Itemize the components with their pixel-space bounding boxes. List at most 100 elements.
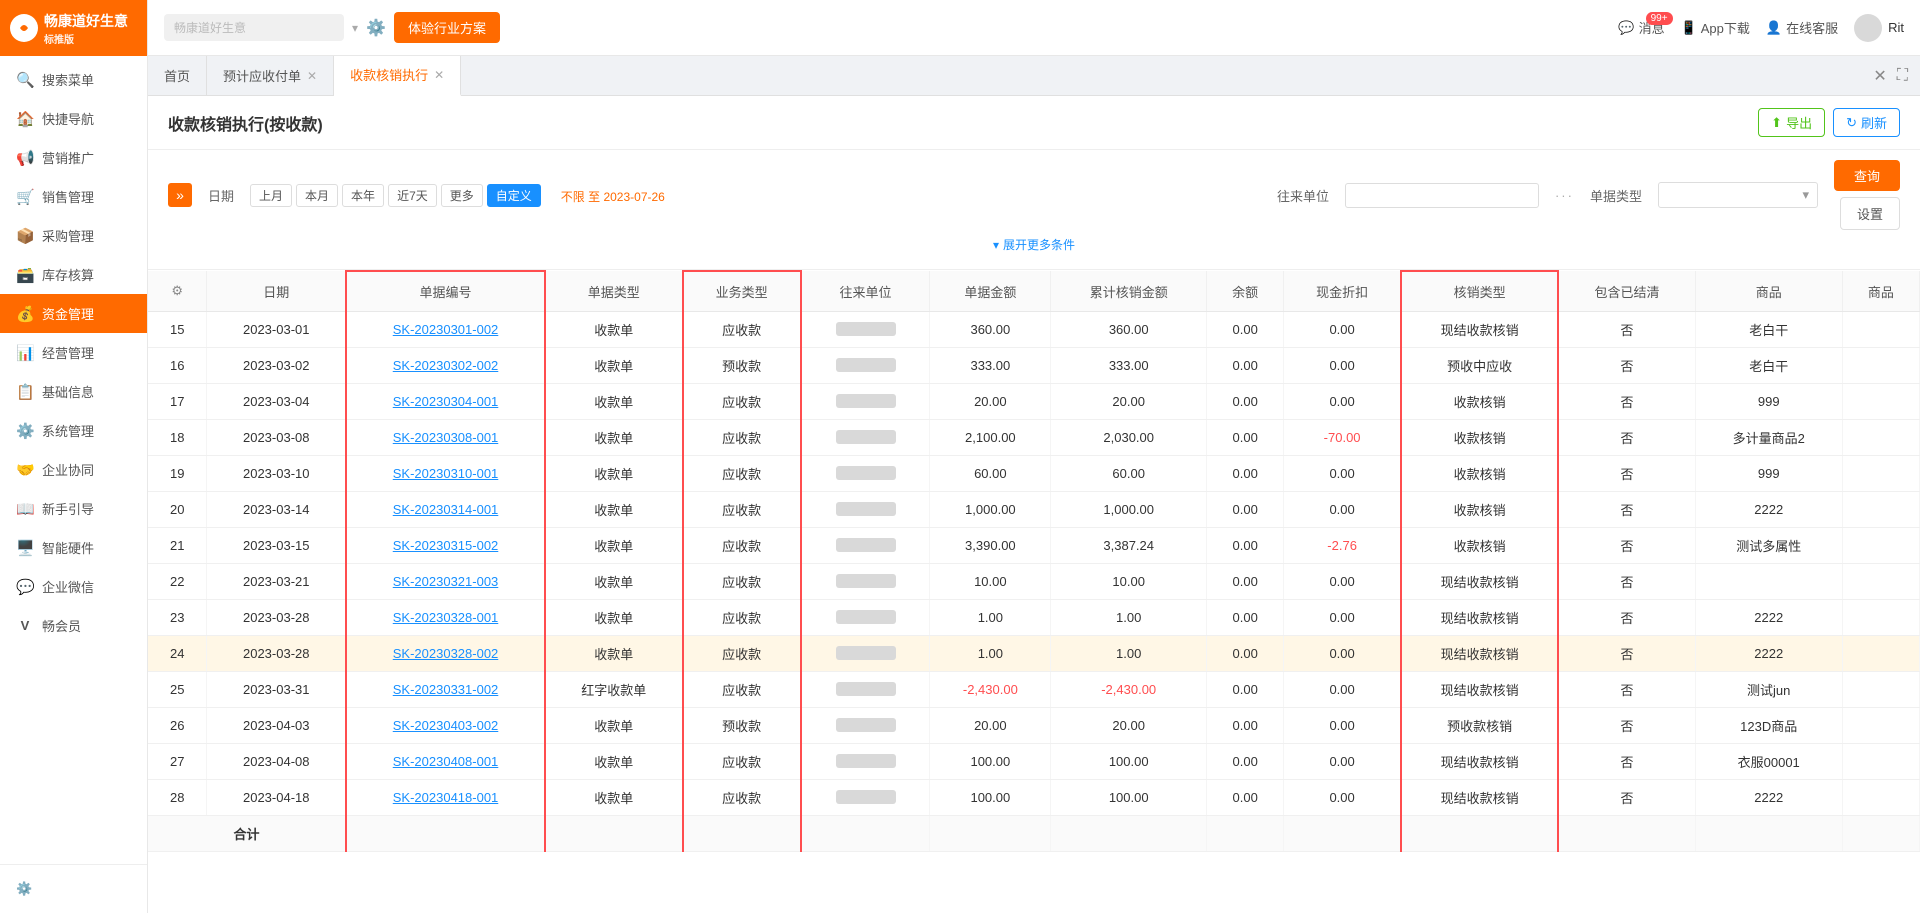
row-write-off-type: 现结收款核销 [1401,672,1558,708]
tab-close-all-button[interactable]: ✕ [1869,62,1890,90]
tab-home[interactable]: 首页 [148,56,207,96]
this-month-btn[interactable]: 本月 [296,184,338,207]
more-date-btn[interactable]: 更多 [441,184,483,207]
partner-blurred [836,394,896,408]
row-bill-no[interactable]: SK-20230328-001 [346,600,545,636]
row-bill-no[interactable]: SK-20230310-001 [346,456,545,492]
row-included: 否 [1558,420,1695,456]
settings-gear-icon[interactable]: ⚙️ [366,18,386,38]
row-bill-no[interactable]: SK-20230418-001 [346,780,545,816]
last-month-btn[interactable]: 上月 [250,184,292,207]
tab-prepay-close[interactable]: ✕ [307,69,317,83]
sidebar-item-system[interactable]: ⚙️ 系统管理 [0,411,147,450]
clipboard-icon: 📋 [16,383,34,401]
th-gear[interactable]: ⚙ [148,271,207,312]
chevron-down-icon: ▾ [352,21,358,35]
row-bill-no[interactable]: SK-20230331-002 [346,672,545,708]
row-included: 否 [1558,780,1695,816]
row-amount: 100.00 [930,744,1051,780]
setting-button[interactable]: 设置 [1840,197,1900,230]
expand-more-conditions[interactable]: ▾ 展开更多条件 [168,230,1900,259]
export-button[interactable]: ⬆ 导出 [1758,108,1825,137]
industry-solution-button[interactable]: 体验行业方案 [394,12,500,43]
row-written-off: 3,387.24 [1051,528,1207,564]
row-amount: 1,000.00 [930,492,1051,528]
row-bill-no[interactable]: SK-20230302-002 [346,348,545,384]
row-bill-no[interactable]: SK-20230315-002 [346,528,545,564]
row-id: 22 [148,564,207,600]
row-written-off: 2,030.00 [1051,420,1207,456]
sidebar-item-collab[interactable]: 🤝 企业协同 [0,450,147,489]
row-write-off-type: 收款核销 [1401,492,1558,528]
row-bill-type: 收款单 [545,636,683,672]
online-service-button[interactable]: 👤 在线客服 [1766,18,1838,37]
row-discount: 0.00 [1284,780,1401,816]
tab-maximize-button[interactable]: ⛶ [1893,63,1912,89]
row-bill-type: 收款单 [545,384,683,420]
filter-dots: ··· [1555,188,1574,203]
sidebar-item-newbie[interactable]: 📖 新手引导 [0,489,147,528]
row-bill-type: 收款单 [545,528,683,564]
table-row: 24 2023-03-28 SK-20230328-002 收款单 应收款 1.… [148,636,1920,672]
sidebar-item-label: 库存核算 [42,265,94,284]
row-bill-no[interactable]: SK-20230408-001 [346,744,545,780]
sidebar-item-hardware[interactable]: 🖥️ 智能硬件 [0,528,147,567]
row-bill-no[interactable]: SK-20230308-001 [346,420,545,456]
custom-date-btn[interactable]: 自定义 [487,184,541,207]
row-id: 16 [148,348,207,384]
tabbar: 首页 预计应收付单 ✕ 收款核销执行 ✕ ✕ ⛶ [148,56,1920,96]
sidebar-item-sales[interactable]: 🛒 销售管理 [0,177,147,216]
sidebar-item-search[interactable]: 🔍 搜索菜单 [0,60,147,99]
main-table: ⚙ 日期 单据编号 单据类型 业务类型 往来单位 单据金额 累计核销金额 余额 … [148,270,1920,852]
row-included: 否 [1558,312,1695,348]
th-written-off: 累计核销金额 [1051,271,1207,312]
row-bill-no[interactable]: SK-20230301-002 [346,312,545,348]
filter-expand-button[interactable]: » [168,183,192,207]
sidebar-bottom-settings[interactable]: ⚙️ [0,873,147,905]
row-write-off-type: 现结收款核销 [1401,312,1558,348]
sidebar-item-marketing[interactable]: 📢 营销推广 [0,138,147,177]
bill-type-select[interactable]: ▾ [1658,182,1818,208]
footer-partner [801,816,930,852]
refresh-button[interactable]: ↻ 刷新 [1833,108,1900,137]
search-icon: 🔍 [16,71,34,89]
sidebar-item-purchase[interactable]: 📦 采购管理 [0,216,147,255]
message-button[interactable]: 💬 消息 99+ [1618,18,1664,37]
row-bill-no[interactable]: SK-20230314-001 [346,492,545,528]
row-amount: 1.00 [930,600,1051,636]
sidebar-item-member[interactable]: V 畅会员 [0,606,147,645]
sidebar-item-basics[interactable]: 📋 基础信息 [0,372,147,411]
refresh-icon: ↻ [1846,115,1857,131]
row-product2 [1842,492,1919,528]
table-row: 25 2023-03-31 SK-20230331-002 红字收款单 应收款 … [148,672,1920,708]
sidebar-item-inventory[interactable]: 🗃️ 库存核算 [0,255,147,294]
last-7days-btn[interactable]: 近7天 [388,184,437,207]
tab-collection[interactable]: 收款核销执行 ✕ [334,56,461,96]
sidebar-item-finance[interactable]: 💰 资金管理 [0,294,147,333]
tab-collection-close[interactable]: ✕ [434,68,444,82]
app-label: App下载 [1701,18,1750,37]
th-partner: 往来单位 [801,271,930,312]
sidebar-item-operations[interactable]: 📊 经营管理 [0,333,147,372]
partner-input[interactable] [1345,183,1539,208]
header-actions: ⬆ 导出 ↻ 刷新 [1758,108,1900,137]
row-bill-no[interactable]: SK-20230403-002 [346,708,545,744]
row-date: 2023-03-31 [207,672,346,708]
row-bill-no[interactable]: SK-20230304-001 [346,384,545,420]
sidebar-item-quick-nav[interactable]: 🏠 快捷导航 [0,99,147,138]
row-balance: 0.00 [1207,636,1284,672]
row-bill-no[interactable]: SK-20230321-003 [346,564,545,600]
table-row: 27 2023-04-08 SK-20230408-001 收款单 应收款 10… [148,744,1920,780]
this-year-btn[interactable]: 本年 [342,184,384,207]
row-product2 [1842,744,1919,780]
query-button[interactable]: 查询 [1834,160,1900,191]
row-bill-no[interactable]: SK-20230328-002 [346,636,545,672]
tab-prepay[interactable]: 预计应收付单 ✕ [207,56,334,96]
row-product: 老白干 [1695,348,1842,384]
app-download-button[interactable]: 📱 App下载 [1681,18,1750,37]
partner-blurred [836,718,896,732]
sidebar-item-wechat[interactable]: 💬 企业微信 [0,567,147,606]
footer-bill-no [346,816,545,852]
row-balance: 0.00 [1207,348,1284,384]
row-write-off-type: 收款核销 [1401,420,1558,456]
